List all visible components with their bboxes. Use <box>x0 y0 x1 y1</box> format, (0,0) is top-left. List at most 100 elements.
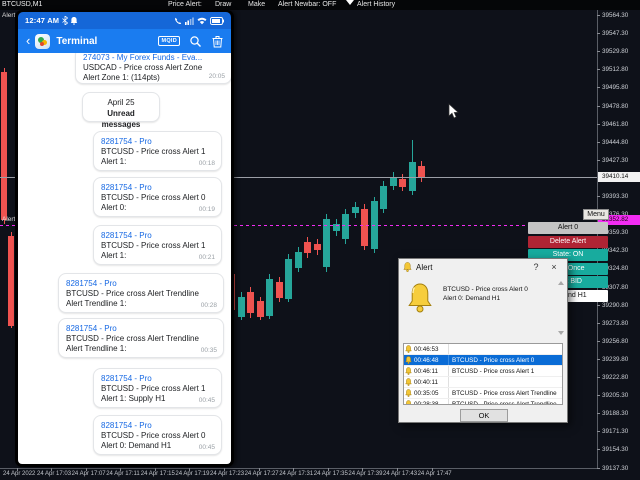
message-text: BTCUSD - Price cross Alert 1 <box>101 147 214 157</box>
alert-row-time: 00:46:48 <box>413 357 448 364</box>
candle-body <box>314 244 321 250</box>
status-left-icons <box>62 16 78 25</box>
message-text: Alert Trendline 1: <box>66 299 216 309</box>
message-bubble[interactable]: 274073 - My Forex Funds - Eva...USDCAD -… <box>75 53 231 84</box>
time-tick-label: 24 Apr 17:07 <box>72 471 106 477</box>
alert-history-row[interactable]: 00:46:11BTCUSD - Price cross Alert 1 <box>404 366 562 377</box>
menu-item-delete-alert[interactable]: Delete Alert <box>528 236 608 248</box>
bell-icon <box>405 367 412 375</box>
message-bubble[interactable]: 8281754 - ProBTCUSD - Price cross Alert … <box>93 177 222 217</box>
toolbar-item[interactable]: Alert Newbar: OFF <box>278 1 336 8</box>
signal-icon <box>185 17 194 25</box>
back-button[interactable]: ‹ <box>26 31 30 51</box>
time-tick-label: 24 Apr 17:39 <box>348 471 382 477</box>
message-time: 00:18 <box>199 160 215 167</box>
alert-row-text: BTCUSD - Price cross Alert Trendline <box>449 390 557 397</box>
message-text: BTCUSD - Price cross Alert Trendline <box>66 289 216 299</box>
unread-label: Unread messages <box>90 108 152 130</box>
message-bubble[interactable]: 8281754 - ProBTCUSD - Price cross Alert … <box>58 273 224 313</box>
alert-bell-icon <box>407 283 433 313</box>
price-tick-label: 39256.80 <box>602 338 628 345</box>
candle-body <box>247 292 254 313</box>
message-bubble[interactable]: 8281754 - ProBTCUSD - Price cross Alert … <box>93 225 222 265</box>
candle-body <box>257 301 264 317</box>
menu-button[interactable]: Menu <box>583 209 609 220</box>
menu-item-alert-0[interactable]: Alert 0 <box>528 222 608 234</box>
message-time: 00:45 <box>199 444 215 451</box>
dialog-help-button[interactable]: ? <box>527 260 545 274</box>
toolbar-item[interactable]: Make <box>248 1 265 8</box>
candle-body <box>323 219 330 267</box>
date-divider: April 25Unread messages <box>82 92 160 122</box>
trash-icon[interactable] <box>212 35 223 48</box>
metatrader-screen: Alert 0 BTCUSD,M1 Price Alert:DrawMakeAl… <box>0 0 640 480</box>
dialog-scrollbar[interactable] <box>556 279 565 337</box>
message-text: Alert 1: <box>101 251 214 261</box>
message-sender: 8281754 - Pro <box>101 230 214 241</box>
alert-history-row[interactable]: 00:28:38BTCUSD - Price cross Alert Trend… <box>404 399 562 405</box>
mqid-badge: MQID <box>158 36 180 46</box>
search-icon[interactable] <box>189 35 202 48</box>
alert-history-list[interactable]: 00:46:5300:46:48BTCUSD - Price cross Ale… <box>403 343 563 405</box>
alert-dialog: Alert ? × BTCUSD - Price cross Alert 0 A… <box>398 258 568 423</box>
toolbar-item[interactable]: Draw <box>215 1 231 8</box>
terminal-app-header: ‹ Terminal MQID <box>18 29 231 53</box>
dialog-message-line2: Alert 0: Demand H1 <box>443 294 528 303</box>
message-text: BTCUSD - Price cross Alert Trendline <box>66 334 216 344</box>
bell-icon <box>405 400 412 405</box>
phone-status-bar: 12:47 AM <box>18 12 231 29</box>
toolbar-item[interactable]: Price Alert: <box>168 1 202 8</box>
app-icon <box>35 34 50 49</box>
message-bubble[interactable]: 8281754 - ProBTCUSD - Price cross Alert … <box>93 415 222 455</box>
candle-body <box>295 252 302 268</box>
candle-body <box>276 282 283 298</box>
message-bubble[interactable]: 8281754 - ProBTCUSD - Price cross Alert … <box>93 131 222 171</box>
candle-body <box>418 166 425 177</box>
alert-row-time: 00:40:11 <box>413 379 448 386</box>
candle-body <box>8 236 14 326</box>
price-tick-label: 39547.30 <box>602 30 628 37</box>
ok-button[interactable]: OK <box>460 409 508 422</box>
candle-body <box>1 72 7 220</box>
bell-icon <box>405 389 412 397</box>
message-time: 00:21 <box>199 254 215 261</box>
price-tick-label: 39461.80 <box>602 121 628 128</box>
phone-overlay: 12:47 AM ‹ Terminal MQID 2 <box>15 10 234 467</box>
alert-history-row[interactable]: 00:40:11 <box>404 377 562 388</box>
time-tick-label: 24 Apr 17:35 <box>314 471 348 477</box>
scroll-up-icon[interactable] <box>558 281 564 285</box>
toolbar-item[interactable]: Alert History <box>357 1 395 8</box>
battery-icon <box>210 17 224 25</box>
message-text: BTCUSD - Price cross Alert 1 <box>101 384 214 394</box>
price-tick-label: 39393.30 <box>602 193 628 200</box>
message-text: Alert 0: <box>101 203 214 213</box>
alert-history-row[interactable]: 00:46:53 <box>404 344 562 355</box>
alarm-icon <box>70 16 78 25</box>
candle-body <box>285 259 292 299</box>
alert-history-row[interactable]: 00:46:48BTCUSD - Price cross Alert 0 <box>404 355 562 366</box>
message-time: 00:45 <box>199 397 215 404</box>
price-tick-label: 39529.80 <box>602 48 628 55</box>
dialog-titlebar[interactable]: Alert ? × <box>399 259 567 275</box>
current-price-tag: 39410.14 <box>598 172 640 182</box>
alert-object-label: Alert <box>2 12 15 19</box>
price-tick-label: 39564.30 <box>602 12 628 19</box>
price-tick-label: 39222.80 <box>602 374 628 381</box>
dialog-message-line1: BTCUSD - Price cross Alert 0 <box>443 285 528 294</box>
status-right-icons <box>174 17 224 25</box>
message-bubble[interactable]: 8281754 - ProBTCUSD - Price cross Alert … <box>93 368 222 408</box>
time-tick-label: 24 Apr 17:23 <box>210 471 244 477</box>
column-separator <box>448 344 449 354</box>
time-axis[interactable]: 24 Apr 202224 Apr 17:0324 Apr 17:0724 Ap… <box>0 469 640 480</box>
bell-icon <box>403 262 412 272</box>
dialog-close-button[interactable]: × <box>545 260 563 274</box>
alert-history-row[interactable]: 00:35:05BTCUSD - Price cross Alert Trend… <box>404 388 562 399</box>
bell-icon <box>405 378 412 386</box>
message-sender: 8281754 - Pro <box>101 373 214 384</box>
scroll-down-icon[interactable] <box>558 331 564 335</box>
message-list[interactable]: 274073 - My Forex Funds - Eva...USDCAD -… <box>18 53 231 464</box>
message-text: USDCAD - Price cross Alert Zone <box>83 63 224 73</box>
candle-body <box>304 242 311 253</box>
message-bubble[interactable]: 8281754 - ProBTCUSD - Price cross Alert … <box>58 318 224 358</box>
dialog-body: BTCUSD - Price cross Alert 0 Alert 0: De… <box>399 275 567 347</box>
